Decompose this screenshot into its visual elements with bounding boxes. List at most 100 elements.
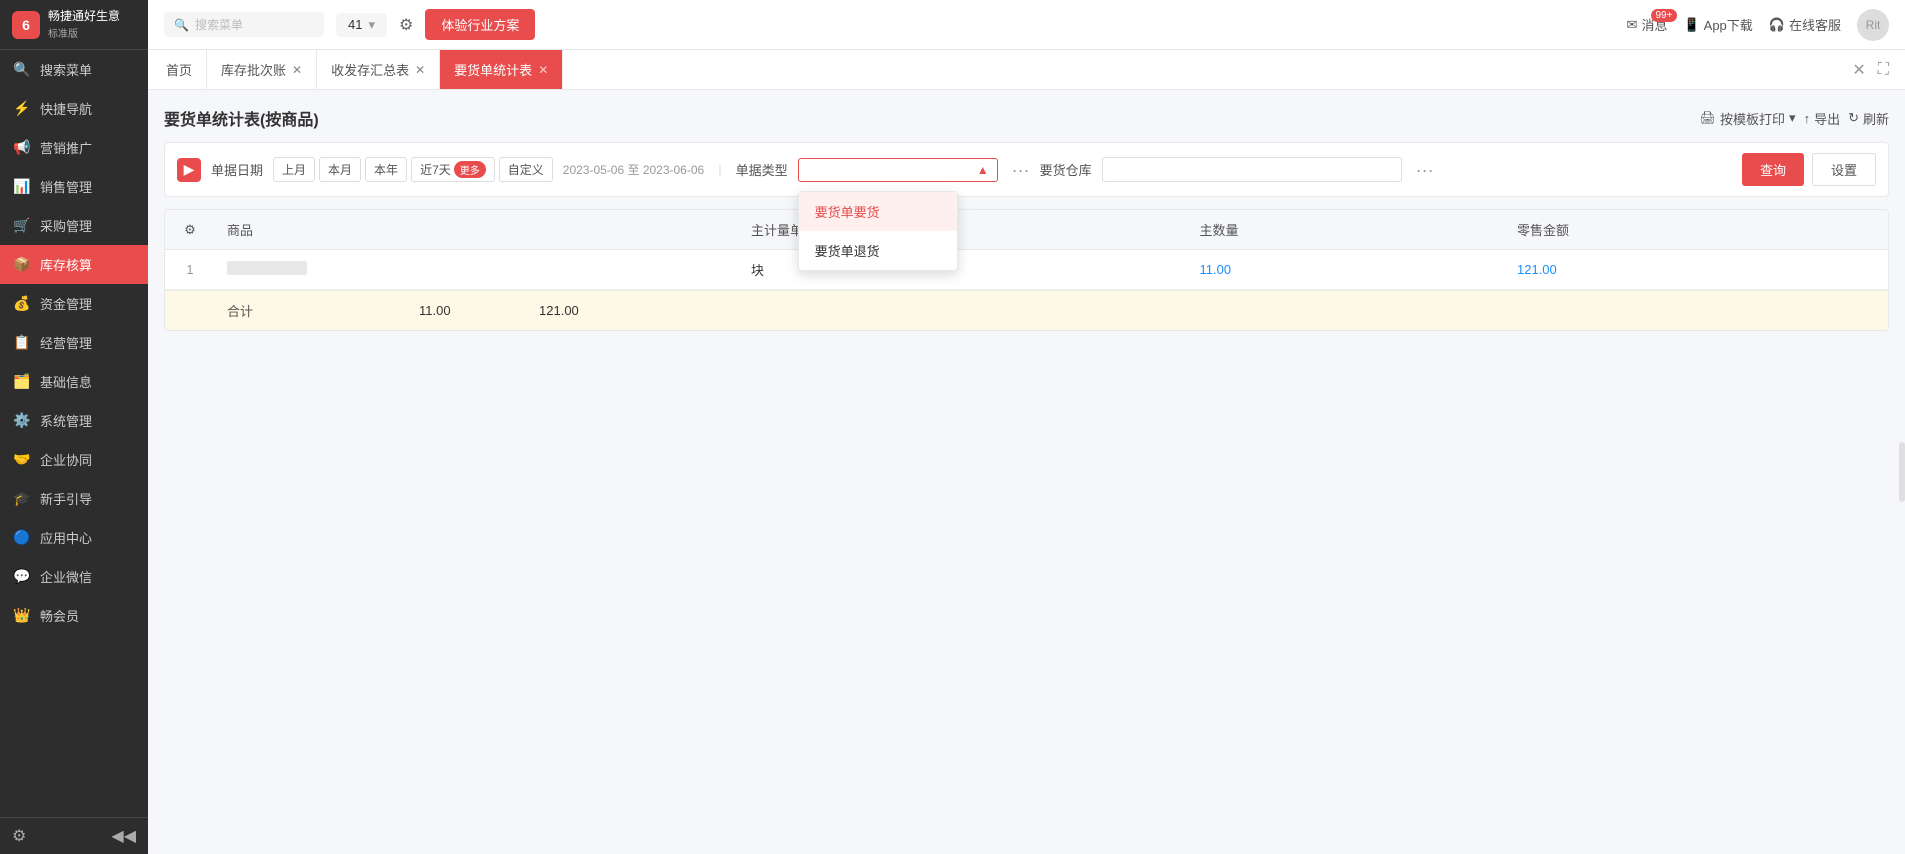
search-placeholder: 搜索菜单	[195, 16, 243, 33]
date-label: 单据日期	[211, 160, 263, 179]
warehouse-more-icon[interactable]: ···	[1416, 161, 1434, 179]
this-year-button[interactable]: 本年	[365, 157, 407, 182]
sidebar-item-inventory[interactable]: 📦 库存核算	[0, 245, 148, 284]
search-icon: 🔍	[174, 18, 189, 32]
sidebar-item-label: 新手引导	[40, 489, 92, 508]
app-download-button[interactable]: 📱 App下载	[1683, 15, 1752, 34]
export-icon: ↑	[1804, 111, 1811, 126]
tab-inventory-batch-label: 库存批次账	[221, 60, 286, 79]
sidebar-item-ops[interactable]: 📋 经营管理	[0, 323, 148, 362]
row-amount: 121.00	[1505, 250, 1888, 290]
search-box[interactable]: 🔍 搜索菜单	[164, 12, 324, 37]
sidebar-item-search[interactable]: 🔍 搜索菜单	[0, 50, 148, 89]
print-template-button[interactable]: 🖨 按模板打印 ▾	[1700, 109, 1796, 128]
message-button[interactable]: ✉ 消息 99+	[1627, 15, 1668, 34]
table-row: 1 块 11.00 121.00	[165, 250, 1888, 290]
sidebar-item-label: 搜索菜单	[40, 60, 92, 79]
scroll-handle[interactable]	[1899, 442, 1905, 502]
col-quantity: 主数量	[1187, 210, 1505, 250]
tab-order-stats[interactable]: 要货单统计表 ✕	[440, 50, 563, 90]
online-service-button[interactable]: 🎧 在线客服	[1769, 15, 1841, 34]
sales-icon: 📊	[12, 178, 32, 195]
amount-link[interactable]: 121.00	[1517, 262, 1557, 277]
more-options-icon[interactable]: ···	[1012, 161, 1030, 179]
col-product: 商品	[215, 210, 739, 250]
collapse-icon[interactable]: ◀◀	[111, 826, 136, 846]
sidebar-item-label: 采购管理	[40, 216, 92, 235]
filter-expand-button[interactable]: ▶	[177, 158, 201, 182]
refresh-label: 刷新	[1863, 109, 1889, 128]
trial-button[interactable]: 体验行业方案	[425, 9, 535, 40]
sidebar-item-enterprise-collab[interactable]: 🤝 企业协同	[0, 440, 148, 479]
inventory-icon: 📦	[12, 256, 32, 273]
last-7days-label: 近7天	[420, 161, 451, 178]
online-service-label: 在线客服	[1789, 15, 1841, 34]
tab-inventory-batch[interactable]: 库存批次账 ✕	[207, 50, 317, 90]
tab-home-label: 首页	[166, 60, 192, 79]
close-all-tabs-icon[interactable]: ✕	[1844, 60, 1873, 80]
this-month-button[interactable]: 本月	[319, 157, 361, 182]
expand-tabs-icon[interactable]: ⛶	[1874, 61, 1893, 79]
dropdown-item-order[interactable]: 要货单要货	[799, 192, 957, 231]
custom-date-button[interactable]: 自定义	[499, 157, 553, 182]
sidebar-item-finance[interactable]: 💰 资金管理	[0, 284, 148, 323]
type-select[interactable]: ▲ 要货单要货 要货单退货	[798, 158, 998, 182]
avatar[interactable]: Rit	[1857, 9, 1889, 41]
export-button[interactable]: ↑ 导出	[1804, 109, 1841, 128]
settings-icon[interactable]: ⚙	[12, 826, 26, 846]
sidebar-item-purchase[interactable]: 🛒 采购管理	[0, 206, 148, 245]
row-product	[215, 250, 739, 290]
topbar-right: ✉ 消息 99+ 📱 App下载 🎧 在线客服 Rit	[1627, 9, 1889, 41]
sidebar-item-label: 系统管理	[40, 411, 92, 430]
sidebar-item-app-center[interactable]: 🔵 应用中心	[0, 518, 148, 557]
dropdown-item-return[interactable]: 要货单退货	[799, 231, 957, 270]
basic-info-icon: 🗂️	[12, 373, 32, 390]
gear-icon[interactable]: ⚙	[399, 15, 413, 35]
col-settings[interactable]: ⚙	[165, 210, 215, 250]
app-download-label: App下载	[1704, 15, 1753, 34]
sidebar-item-sales[interactable]: 📊 销售管理	[0, 167, 148, 206]
sidebar-item-basic-info[interactable]: 🗂️ 基础信息	[0, 362, 148, 401]
message-badge: 99+	[1651, 9, 1678, 22]
message-icon: ✉	[1627, 17, 1638, 33]
tab-home[interactable]: 首页	[160, 50, 207, 90]
refresh-icon: ↻	[1848, 110, 1859, 126]
close-icon[interactable]: ✕	[415, 63, 425, 77]
tab-receive-summary[interactable]: 收发存汇总表 ✕	[317, 50, 440, 90]
sidebar-item-label: 库存核算	[40, 255, 92, 274]
sidebar-item-member[interactable]: 👑 畅会员	[0, 596, 148, 635]
num-value: 41	[348, 17, 362, 32]
quick-nav-icon: ⚡	[12, 100, 32, 117]
table-header-row: ⚙ 商品 主计量单位 主数量 零售金额	[165, 210, 1888, 250]
refresh-button[interactable]: ↻ 刷新	[1848, 109, 1889, 128]
print-label: 按模板打印	[1720, 109, 1785, 128]
warehouse-input[interactable]	[1102, 157, 1402, 182]
sidebar-item-guide[interactable]: 🎓 新手引导	[0, 479, 148, 518]
collab-icon: 🤝	[12, 451, 32, 468]
row-quantity: 11.00	[1187, 250, 1505, 290]
query-button[interactable]: 查询	[1742, 153, 1804, 186]
sidebar-item-quick-nav[interactable]: ⚡ 快捷导航	[0, 89, 148, 128]
close-icon[interactable]: ✕	[538, 63, 548, 77]
date-options: 上月 本月 本年 近7天 更多 自定义	[273, 157, 553, 182]
print-icon: 🖨	[1700, 110, 1717, 126]
sidebar-item-enterprise-wechat[interactable]: 💬 企业微信	[0, 557, 148, 596]
last-month-button[interactable]: 上月	[273, 157, 315, 182]
col-amount: 零售金额	[1505, 210, 1888, 250]
main-area: 🔍 搜索菜单 41 ▾ ⚙ 体验行业方案 ✉ 消息 99+ 📱 App下载 🎧 …	[148, 0, 1905, 854]
marketing-icon: 📢	[12, 139, 32, 156]
chevron-up-icon: ▲	[977, 163, 989, 177]
quantity-link[interactable]: 11.00	[1199, 262, 1231, 277]
sidebar-item-system[interactable]: ⚙️ 系统管理	[0, 401, 148, 440]
tabs-bar: 首页 库存批次账 ✕ 收发存汇总表 ✕ 要货单统计表 ✕ ✕ ⛶	[148, 50, 1905, 90]
settings-button[interactable]: 设置	[1812, 153, 1876, 186]
sidebar-item-marketing[interactable]: 📢 营销推广	[0, 128, 148, 167]
close-icon[interactable]: ✕	[292, 63, 302, 77]
filter-bar: ▶ 单据日期 上月 本月 本年 近7天 更多 自定义 2023-05-06 至 …	[164, 142, 1889, 197]
sidebar-item-label: 经营管理	[40, 333, 92, 352]
num-badge[interactable]: 41 ▾	[336, 13, 387, 37]
download-icon: 📱	[1683, 17, 1699, 33]
sidebar-item-label: 畅会员	[40, 606, 79, 625]
last-7days-button[interactable]: 近7天 更多	[411, 157, 495, 182]
sidebar-nav: 🔍 搜索菜单 ⚡ 快捷导航 📢 营销推广 📊 销售管理 🛒 采购管理 📦 库存核…	[0, 50, 148, 817]
